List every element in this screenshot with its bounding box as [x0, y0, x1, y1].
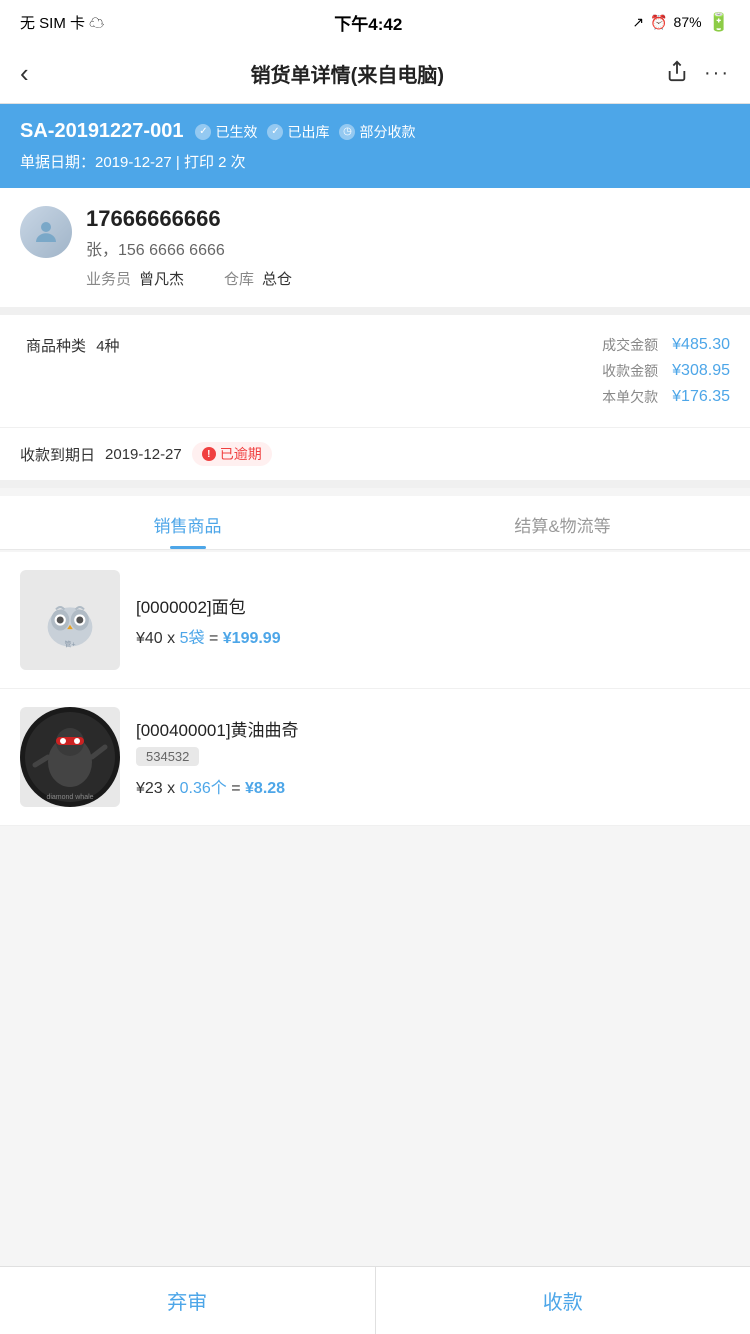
nav-left: ‹: [20, 58, 29, 89]
tabs-section: 销售商品 结算&物流等: [0, 496, 750, 550]
product-thumbnail-2: diamond whale: [20, 707, 120, 807]
warehouse-label: 仓库: [224, 268, 254, 289]
customer-id: 17666666666: [86, 206, 730, 232]
order-doc-date: 单据日期：2019-12-27 | 打印 2 次: [20, 151, 730, 172]
product-details-2: [000400001]黄油曲奇 534532 ¥23 x 0.36个 = ¥8.…: [136, 716, 730, 798]
product-price-2: ¥23 x 0.36个 = ¥8.28: [136, 774, 730, 798]
battery-text: 87%: [674, 14, 702, 30]
clock-icon: ◷: [339, 124, 355, 140]
product-qty-1: 5袋: [180, 630, 205, 647]
customer-section: 17666666666 张，156 6666 6666 业务员 曾凡杰 仓库 总…: [0, 188, 750, 307]
status-left: 无 SIM 卡 ☁: [20, 12, 104, 33]
check-icon-2: ✓: [267, 124, 283, 140]
share-icon[interactable]: [666, 60, 688, 88]
owed-amount-value: ¥176.35: [672, 388, 730, 406]
bottom-bar: 弃审 收款: [0, 1266, 750, 1334]
order-banner-top: SA-20191227-001 ✓ 已生效 ✓ 已出库 ◷ 部分收款: [20, 120, 730, 143]
check-icon-1: ✓: [195, 124, 211, 140]
status-right: ↗ ⏰ 87% 🔋: [632, 12, 730, 33]
products-section: 管+ [0000002]面包 ¥40 x 5袋 = ¥199.99: [0, 552, 750, 826]
badge-effective: ✓ 已生效: [195, 122, 257, 142]
alarm-icon: ⏰: [650, 14, 667, 31]
product-types-item: 商品种类 4种: [20, 335, 120, 356]
cancel-review-button[interactable]: 弃审: [0, 1267, 376, 1334]
nav-right: ···: [666, 60, 730, 88]
nav-bar: ‹ 销货单详情(来自电脑) ···: [0, 44, 750, 104]
owed-amount-row: 本单欠款 ¥176.35: [602, 387, 730, 407]
product-item: diamond whale [000400001]黄油曲奇 534532 ¥23…: [0, 689, 750, 826]
badge-partial-payment: ◷ 部分收款: [339, 122, 415, 142]
due-date-label: 收款到期日: [20, 444, 95, 465]
received-amount-label: 收款金额: [602, 361, 658, 381]
transaction-amount-row: 成交金额 ¥485.30: [602, 335, 730, 355]
product-price-1: ¥40 x 5袋 = ¥199.99: [136, 624, 730, 648]
transaction-amount-value: ¥485.30: [672, 336, 730, 354]
overdue-text: 已逾期: [220, 444, 262, 464]
collect-payment-button[interactable]: 收款: [376, 1267, 750, 1334]
customer-meta: 业务员 曾凡杰 仓库 总仓: [86, 268, 730, 289]
stats-left: 商品种类 4种: [20, 335, 120, 407]
badge-shipped: ✓ 已出库: [267, 122, 329, 142]
transaction-amount-label: 成交金额: [602, 335, 658, 355]
overdue-badge: ! 已逾期: [192, 442, 272, 466]
divider-1: [0, 307, 750, 315]
battery-icon: 🔋: [708, 12, 730, 33]
stats-right: 成交金额 ¥485.30 收款金额 ¥308.95 本单欠款 ¥176.35: [602, 335, 730, 407]
avatar: [20, 206, 72, 258]
order-banner: SA-20191227-001 ✓ 已生效 ✓ 已出库 ◷ 部分收款: [0, 104, 750, 188]
sales-person-label: 业务员: [86, 268, 131, 289]
tab-settlement[interactable]: 结算&物流等: [375, 496, 750, 549]
divider-2: [0, 480, 750, 488]
svg-text:diamond whale: diamond whale: [46, 794, 93, 801]
location-icon: ↗: [632, 14, 644, 31]
sales-person-value: 曾凡杰: [139, 268, 184, 289]
overdue-dot-icon: !: [202, 447, 216, 461]
svg-text:管+: 管+: [64, 640, 75, 649]
person-icon: [31, 217, 61, 247]
product-qty-2: 0.36个: [180, 780, 227, 797]
product-item: 管+ [0000002]面包 ¥40 x 5袋 = ¥199.99: [0, 552, 750, 689]
product-thumbnail-1: 管+: [20, 570, 120, 670]
page-title: 销货单详情(来自电脑): [251, 59, 444, 88]
sim-text: 无 SIM 卡 ☁: [20, 12, 104, 33]
back-button[interactable]: ‹: [20, 58, 29, 89]
customer-info: 17666666666 张，156 6666 6666 业务员 曾凡杰 仓库 总…: [86, 206, 730, 289]
owed-amount-label: 本单欠款: [602, 387, 658, 407]
product-name-1: [0000002]面包: [136, 593, 730, 618]
status-time: 下午4:42: [334, 10, 402, 35]
bottom-spacer: [0, 826, 750, 906]
received-amount-row: 收款金额 ¥308.95: [602, 361, 730, 381]
status-bar: 无 SIM 卡 ☁ 下午4:42 ↗ ⏰ 87% 🔋: [0, 0, 750, 44]
received-amount-value: ¥308.95: [672, 362, 730, 380]
owl-icon: 管+: [35, 585, 105, 655]
product-total-2: ¥8.28: [245, 780, 285, 797]
due-date-value: 2019-12-27: [105, 446, 182, 463]
order-id: SA-20191227-001: [20, 120, 183, 143]
tab-sales-products[interactable]: 销售商品: [0, 496, 375, 549]
stats-section: 商品种类 4种 成交金额 ¥485.30 收款金额 ¥308.95 本单欠款 ¥…: [0, 315, 750, 427]
product-total-1: ¥199.99: [223, 630, 281, 647]
tabs-row: 销售商品 结算&物流等: [0, 496, 750, 549]
warehouse-value: 总仓: [262, 268, 292, 289]
sales-person-item: 业务员 曾凡杰: [86, 268, 184, 289]
product-mascot-icon: diamond whale: [20, 707, 120, 807]
product-tag-2: 534532: [136, 747, 199, 766]
product-details-1: [0000002]面包 ¥40 x 5袋 = ¥199.99: [136, 593, 730, 648]
more-icon[interactable]: ···: [704, 62, 730, 85]
warehouse-item: 仓库 总仓: [224, 268, 292, 289]
due-date-section: 收款到期日 2019-12-27 ! 已逾期: [0, 427, 750, 480]
product-name-2: [000400001]黄油曲奇: [136, 716, 730, 741]
customer-name-phone: 张，156 6666 6666: [86, 236, 730, 260]
order-badges: ✓ 已生效 ✓ 已出库 ◷ 部分收款: [195, 122, 415, 142]
